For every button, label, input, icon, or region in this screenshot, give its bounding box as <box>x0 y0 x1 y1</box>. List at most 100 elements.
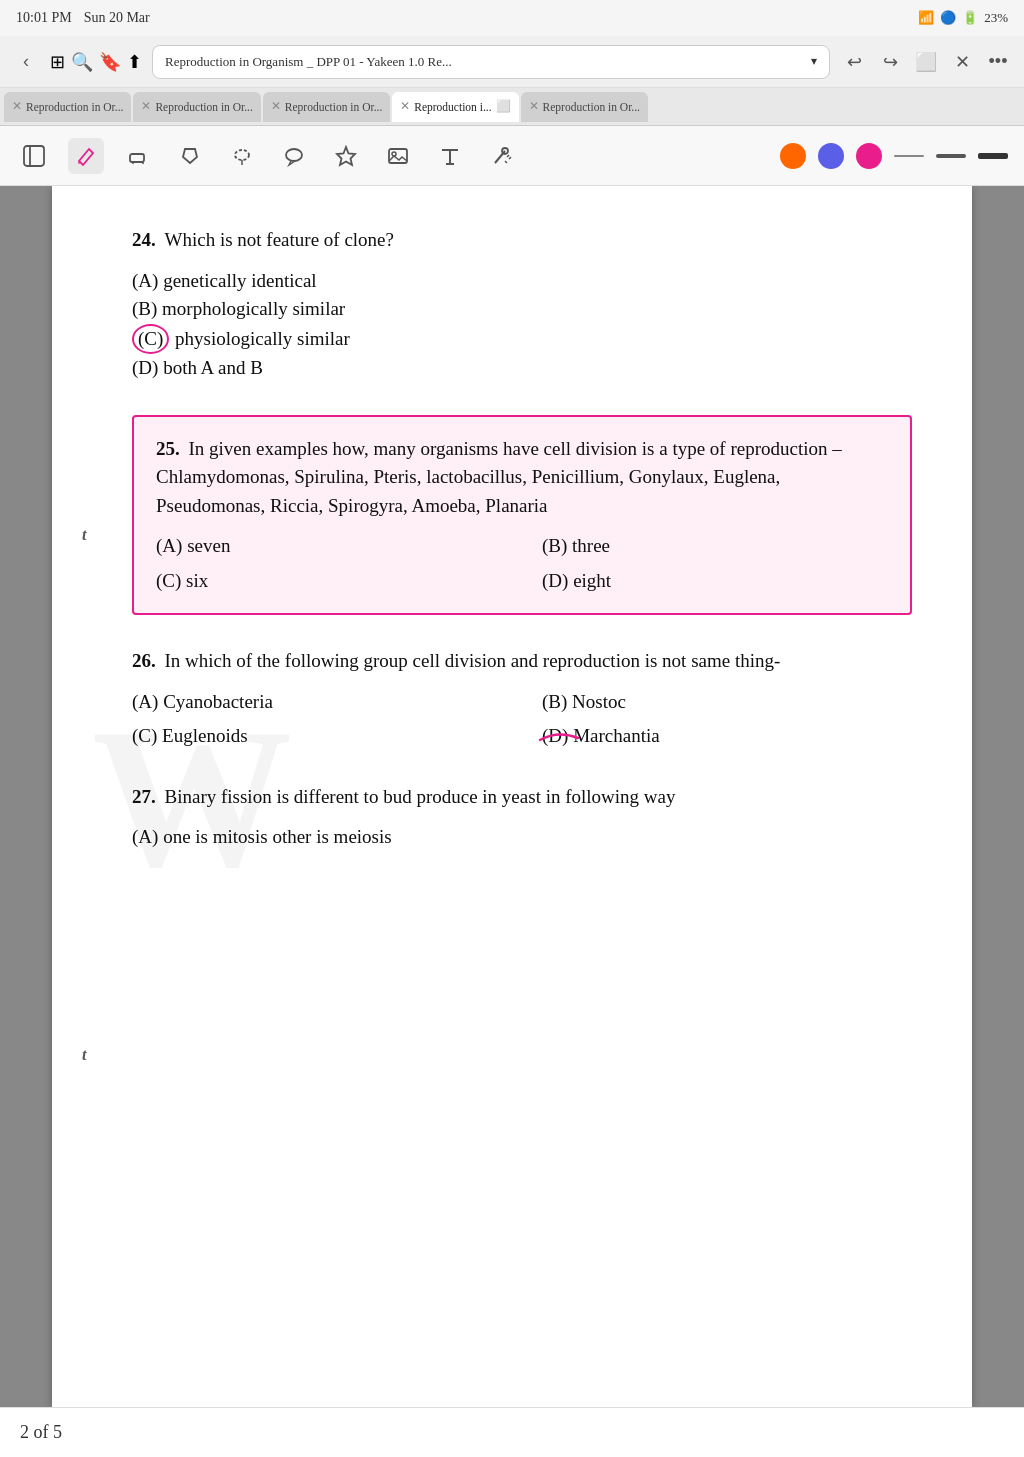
page-indicator: 2 of 5 <box>20 1422 62 1443</box>
svg-rect-6 <box>389 149 407 163</box>
tab-5[interactable]: ✕ Reproduction in Or... <box>521 92 648 122</box>
pencil-tool[interactable] <box>68 138 104 174</box>
speech-tool[interactable] <box>276 138 312 174</box>
tab-icon-4: ⬜ <box>496 99 511 114</box>
q26-option-a: (A) Cyanobacteria <box>132 688 502 717</box>
text-tool[interactable] <box>432 138 468 174</box>
dash-thick[interactable] <box>978 153 1008 159</box>
q25-body: 25. In given examples how, many organism… <box>156 435 888 521</box>
tab-label-4: Reproduction i... <box>414 101 491 113</box>
sidebar-toggle-tool[interactable] <box>16 138 52 174</box>
address-bar[interactable]: Reproduction in Organism _ DPP 01 - Yake… <box>152 45 830 79</box>
q27-options: (A) one is mitosis other is meiosis <box>132 823 912 852</box>
status-right: 📶 🔵 🔋 23% <box>918 10 1008 26</box>
question-27: 27. Binary fission is different to bud p… <box>132 783 912 852</box>
tab-2[interactable]: ✕ Reproduction in Or... <box>133 92 260 122</box>
redo-button[interactable]: ↪ <box>876 48 904 76</box>
star-tool[interactable] <box>328 138 364 174</box>
close-button[interactable]: ✕ <box>948 48 976 76</box>
q25-options: (A) seven (B) three (C) six (D) eight <box>156 532 888 595</box>
search-icon[interactable]: 🔍 <box>71 51 93 73</box>
tab-label-2: Reproduction in Or... <box>155 101 252 113</box>
side-marker-1: t <box>82 526 86 544</box>
color-orange[interactable] <box>780 143 806 169</box>
q24-option-a: (A) genetically identical <box>132 267 912 296</box>
bottom-bar: 2 of 5 <box>0 1407 1024 1457</box>
annotation-toolbar <box>0 126 1024 186</box>
q27-body: 27. Binary fission is different to bud p… <box>132 783 912 812</box>
question-26: 26. In which of the following group cell… <box>132 647 912 751</box>
pdf-page: W t t 24. Which is not feature of clone?… <box>52 186 972 1407</box>
q25-option-a: (A) seven <box>156 532 502 561</box>
svg-rect-2 <box>130 154 144 162</box>
back-button[interactable]: ‹ <box>12 48 40 76</box>
browser-toolbar: ‹ ⊞ 🔍 🔖 ⬆ Reproduction in Organism _ DPP… <box>0 36 1024 88</box>
q24-number: 24. <box>132 229 161 250</box>
tab-close-4[interactable]: ✕ <box>400 99 410 114</box>
q24-text: Which is not feature of clone? <box>165 229 394 250</box>
dropdown-icon[interactable]: ▾ <box>811 54 817 69</box>
tabs-bar: ✕ Reproduction in Or... ✕ Reproduction i… <box>0 88 1024 126</box>
q26-option-d: (D) Marchantia <box>542 722 912 751</box>
q24-c-circle: (C) <box>132 324 169 355</box>
q26-option-b: (B) Nostoc <box>542 688 912 717</box>
q24-options: (A) genetically identical (B) morphologi… <box>132 267 912 383</box>
tab-close-2[interactable]: ✕ <box>141 99 151 114</box>
battery-percent: 23% <box>984 10 1008 26</box>
q26-option-c: (C) Euglenoids <box>132 722 502 751</box>
q26-options: (A) Cyanobacteria (B) Nostoc (C) Eugleno… <box>132 688 912 751</box>
svg-rect-0 <box>24 146 44 166</box>
address-text: Reproduction in Organism _ DPP 01 - Yake… <box>165 54 803 70</box>
q24-body: 24. Which is not feature of clone? <box>132 226 912 255</box>
q26-body: 26. In which of the following group cell… <box>132 647 912 676</box>
undo-button[interactable]: ↩ <box>840 48 868 76</box>
content-wrapper: 24. Which is not feature of clone? (A) g… <box>132 226 912 852</box>
side-marker-2: t <box>82 1046 86 1064</box>
dash-thin[interactable] <box>894 155 924 157</box>
wifi-icon: 📶 <box>918 10 934 26</box>
svg-point-3 <box>235 150 249 160</box>
highlight-tool[interactable] <box>172 138 208 174</box>
image-tool[interactable] <box>380 138 416 174</box>
dash-medium[interactable] <box>936 154 966 158</box>
date: Sun 20 Mar <box>84 10 150 26</box>
tab-1[interactable]: ✕ Reproduction in Or... <box>4 92 131 122</box>
q26-number: 26. <box>132 650 161 671</box>
grid-icon[interactable]: ⊞ <box>50 51 65 73</box>
share-icon[interactable]: ⬆ <box>127 51 142 73</box>
bookmark-icon[interactable]: 🔖 <box>99 51 121 73</box>
q24-option-d: (D) both A and B <box>132 354 912 383</box>
time: 10:01 PM <box>16 10 72 26</box>
toolbar-actions: ↩ ↪ ⬜ ✕ ••• <box>840 48 1012 76</box>
tab-close-3[interactable]: ✕ <box>271 99 281 114</box>
q24-option-b: (B) morphologically similar <box>132 295 912 324</box>
q27-number: 27. <box>132 786 161 807</box>
question-25-highlighted: 25. In given examples how, many organism… <box>132 415 912 616</box>
lasso-tool[interactable] <box>224 138 260 174</box>
q25-number: 25. <box>156 438 185 459</box>
color-pink[interactable] <box>856 143 882 169</box>
add-tab-button[interactable]: ⬜ <box>912 48 940 76</box>
svg-point-5 <box>286 149 302 161</box>
q27-text: Binary fission is different to bud produ… <box>165 786 676 807</box>
tab-3[interactable]: ✕ Reproduction in Or... <box>263 92 390 122</box>
tab-4[interactable]: ✕ Reproduction i... ⬜ <box>392 92 518 122</box>
color-blue[interactable] <box>818 143 844 169</box>
q24-option-c: (C) physiologically similar <box>132 324 912 355</box>
pdf-viewer: W t t 24. Which is not feature of clone?… <box>0 186 1024 1407</box>
wand-tool[interactable] <box>484 138 520 174</box>
eraser-tool[interactable] <box>120 138 156 174</box>
q27-option-a: (A) one is mitosis other is meiosis <box>132 823 912 852</box>
bluetooth-icon: 🔵 <box>940 10 956 26</box>
status-left: 10:01 PM Sun 20 Mar <box>16 10 150 26</box>
tab-close-5[interactable]: ✕ <box>529 99 539 114</box>
q25-option-b: (B) three <box>542 532 888 561</box>
question-24: 24. Which is not feature of clone? (A) g… <box>132 226 912 383</box>
q25-option-c: (C) six <box>156 567 502 596</box>
battery-icon: 🔋 <box>962 10 978 26</box>
more-button[interactable]: ••• <box>984 48 1012 76</box>
q26-text: In which of the following group cell div… <box>165 650 781 671</box>
status-bar: 10:01 PM Sun 20 Mar 📶 🔵 🔋 23% <box>0 0 1024 36</box>
tab-label-1: Reproduction in Or... <box>26 101 123 113</box>
tab-close-1[interactable]: ✕ <box>12 99 22 114</box>
